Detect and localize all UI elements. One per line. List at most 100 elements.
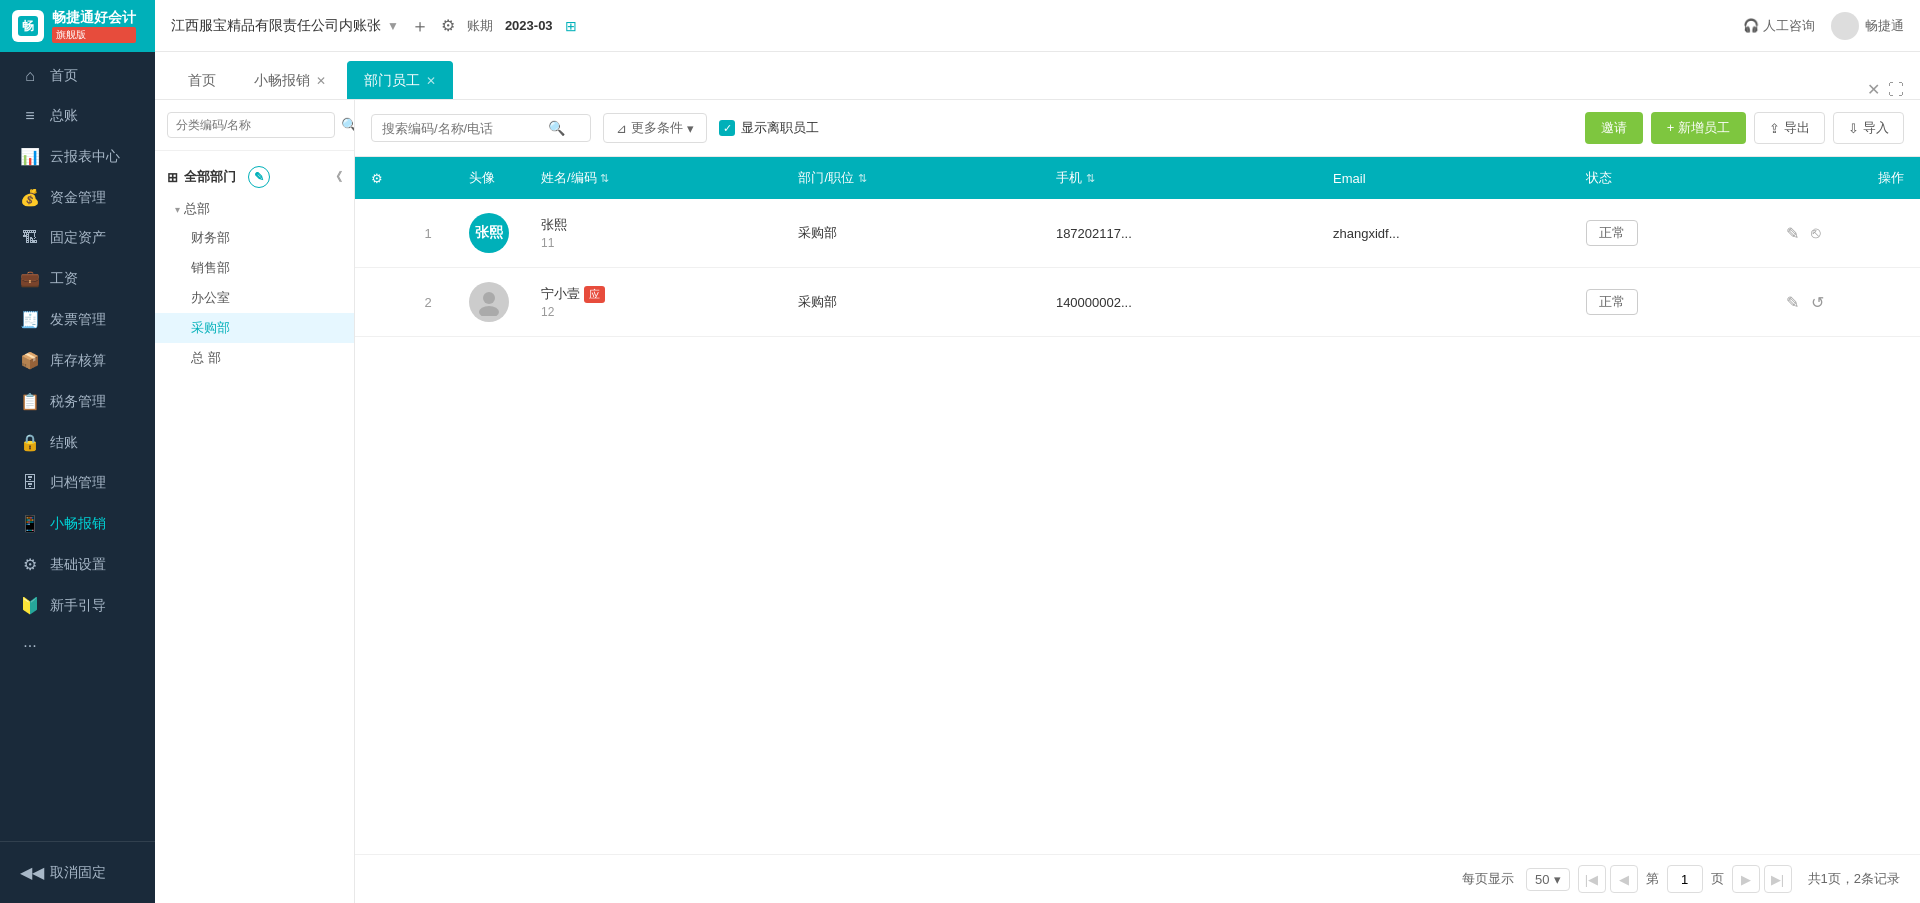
topbar-right: 🎧 人工咨询 畅捷通 [1743,12,1904,40]
th-name-code[interactable]: 姓名/编码 ⇅ [525,157,782,199]
export-label: 导出 [1784,119,1810,137]
dept-child-purchase[interactable]: 采购部 [155,313,354,343]
sidebar-item-cancel-fix[interactable]: ◀◀ 取消固定 [0,852,155,893]
dept-child-general[interactable]: 总 部 [155,343,354,373]
sidebar-item-label: 资金管理 [50,189,106,207]
sidebar-item-payroll[interactable]: 💼 工资 [0,258,155,299]
sidebar-item-reports[interactable]: 📊 云报表中心 [0,136,155,177]
page-number-input[interactable] [1667,865,1703,893]
add-tab-button[interactable]: ＋ [411,14,429,38]
sidebar-item-archive[interactable]: 🗄 归档管理 [0,463,155,503]
settings-icon[interactable]: ⚙ [371,171,383,186]
sidebar-item-general-ledger[interactable]: ≡ 总账 [0,96,155,136]
employee-search-input[interactable] [382,121,542,136]
edit-employee-icon[interactable]: ✎ [1786,224,1799,243]
all-dept-item[interactable]: ⊞ 全部部门 ✎ 《 [155,159,354,195]
td-email [1317,268,1570,337]
status-badge: 正常 [1586,220,1638,246]
sidebar-item-invoice[interactable]: 🧾 发票管理 [0,299,155,340]
dept-parent-general[interactable]: ▾ 总部 [155,195,354,223]
sidebar-item-guide[interactable]: 🔰 新手引导 [0,585,155,626]
tab-expense-close-icon[interactable]: ✕ [316,74,326,88]
employee-table-wrap: ⚙ 头像 姓名/编码 ⇅ 部门/职位 ⇅ [355,157,1920,854]
sidebar-item-expense[interactable]: 📱 小畅报销 [0,503,155,544]
dept-search-icon[interactable]: 🔍 [341,117,355,133]
sidebar-item-home[interactable]: ⌂ 首页 [0,56,155,96]
last-page-button[interactable]: ▶| [1764,865,1792,893]
sidebar-item-tax[interactable]: 📋 税务管理 [0,381,155,422]
avatar: 张熙 [469,213,509,253]
topbar: 江西服宝精品有限责任公司内账张 ▼ ＋ ⚙ 账期 2023-03 ⊞ 🎧 人工咨… [155,0,1920,52]
edit-employee-icon[interactable]: ✎ [1786,293,1799,312]
logout-employee-icon[interactable]: ⎋ [1811,224,1821,242]
th-dept[interactable]: 部门/职位 ⇅ [782,157,1039,199]
human-service-button[interactable]: 🎧 人工咨询 [1743,17,1815,35]
employee-name-area: 张熙 [541,216,567,234]
prev-page-button[interactable]: ◀ [1610,865,1638,893]
close-account-icon: 🔒 [20,433,40,452]
sort-dept-icon[interactable]: ⇅ [858,172,867,184]
show-resigned-checkbox-area[interactable]: ✓ 显示离职员工 [719,119,819,137]
more-filter-button[interactable]: ⊿ 更多条件 ▾ [603,113,707,143]
export-button[interactable]: ⇪ 导出 [1754,112,1825,144]
tab-bar: 首页 小畅报销 ✕ 部门员工 ✕ ✕ ⛶ [155,52,1920,100]
pagination: 每页显示 50 ▾ |◀ ◀ 第 页 ▶ ▶| 共1页，2条记录 [355,854,1920,903]
per-page-select[interactable]: 50 ▾ [1526,868,1569,891]
page-nav: |◀ ◀ 第 页 ▶ ▶| [1578,865,1792,893]
invite-button[interactable]: 邀请 [1585,112,1643,144]
tab-employee-close-icon[interactable]: ✕ [426,74,436,88]
dept-tree: ⊞ 全部部门 ✎ 《 ▾ 总部 财务部 销售部 办公室 [155,151,354,903]
avatar [1831,12,1859,40]
sidebar-item-label: 基础设置 [50,556,106,574]
show-resigned-checkbox[interactable]: ✓ [719,120,735,136]
th-mobile[interactable]: 手机 ⇅ [1040,157,1317,199]
edit-dept-button[interactable]: ✎ [248,166,270,188]
payroll-icon: 💼 [20,269,40,288]
sort-name-icon[interactable]: ⇅ [600,172,609,184]
tab-home-label: 首页 [188,72,216,90]
fixed-assets-icon: 🏗 [20,229,40,247]
per-page-label: 每页显示 [1462,870,1514,888]
import-button[interactable]: ⇩ 导入 [1833,112,1904,144]
sidebar-item-fixed-assets[interactable]: 🏗 固定资产 [0,218,155,258]
sidebar-item-settings[interactable]: ⚙ 基础设置 [0,544,155,585]
content-area: 🔍 ⊞ 全部部门 ✎ 《 ▾ 总部 财务部 销售部 [155,100,1920,903]
status-badge: 正常 [1586,289,1638,315]
sidebar-item-fund[interactable]: 💰 资金管理 [0,177,155,218]
delete-employee-icon[interactable]: ↺ [1811,293,1824,312]
th-avatar: 头像 [453,157,525,199]
filter-icon: ⊿ [616,121,627,136]
tab-employee[interactable]: 部门员工 ✕ [347,61,453,99]
first-page-button[interactable]: |◀ [1578,865,1606,893]
tab-employee-label: 部门员工 [364,72,420,90]
tab-expense[interactable]: 小畅报销 ✕ [237,61,343,99]
company-selector[interactable]: 江西服宝精品有限责任公司内账张 ▼ [171,17,399,35]
next-page-button[interactable]: ▶ [1732,865,1760,893]
sidebar-item-more[interactable]: ··· [0,626,155,666]
sidebar-nav: ⌂ 首页 ≡ 总账 📊 云报表中心 💰 资金管理 🏗 固定资产 💼 工资 🧾 发… [0,52,155,841]
table-header-row: ⚙ 头像 姓名/编码 ⇅ 部门/职位 ⇅ [355,157,1920,199]
period-calendar-icon[interactable]: ⊞ [565,18,577,34]
sort-mobile-icon[interactable]: ⇅ [1086,172,1095,184]
expense-icon: 📱 [20,514,40,533]
dept-search-input[interactable] [167,112,335,138]
tab-close-button[interactable]: ✕ [1867,80,1880,99]
sidebar: 畅 畅捷通好会计 旗舰版 ⌂ 首页 ≡ 总账 📊 云报表中心 💰 资金管理 🏗 … [0,0,155,903]
add-employee-button[interactable]: + 新增员工 [1651,112,1746,144]
dept-child-finance[interactable]: 财务部 [155,223,354,253]
expand-icon: ▾ [175,204,180,215]
logo-text-area: 畅捷通好会计 旗舰版 [52,9,136,44]
user-area[interactable]: 畅捷通 [1831,12,1904,40]
dept-child-office[interactable]: 办公室 [155,283,354,313]
topbar-settings-icon[interactable]: ⚙ [441,16,455,35]
collapse-tree-button[interactable]: 《 [330,169,342,186]
tab-expand-icon[interactable]: ⛶ [1888,81,1904,99]
sidebar-item-inventory[interactable]: 📦 库存核算 [0,340,155,381]
search-icon[interactable]: 🔍 [548,120,565,136]
tab-home[interactable]: 首页 [171,61,233,99]
employee-code: 12 [541,305,766,319]
td-avatar [453,268,525,337]
sidebar-item-close-account[interactable]: 🔒 结账 [0,422,155,463]
sidebar-item-label: 取消固定 [50,864,106,882]
dept-child-sales[interactable]: 销售部 [155,253,354,283]
